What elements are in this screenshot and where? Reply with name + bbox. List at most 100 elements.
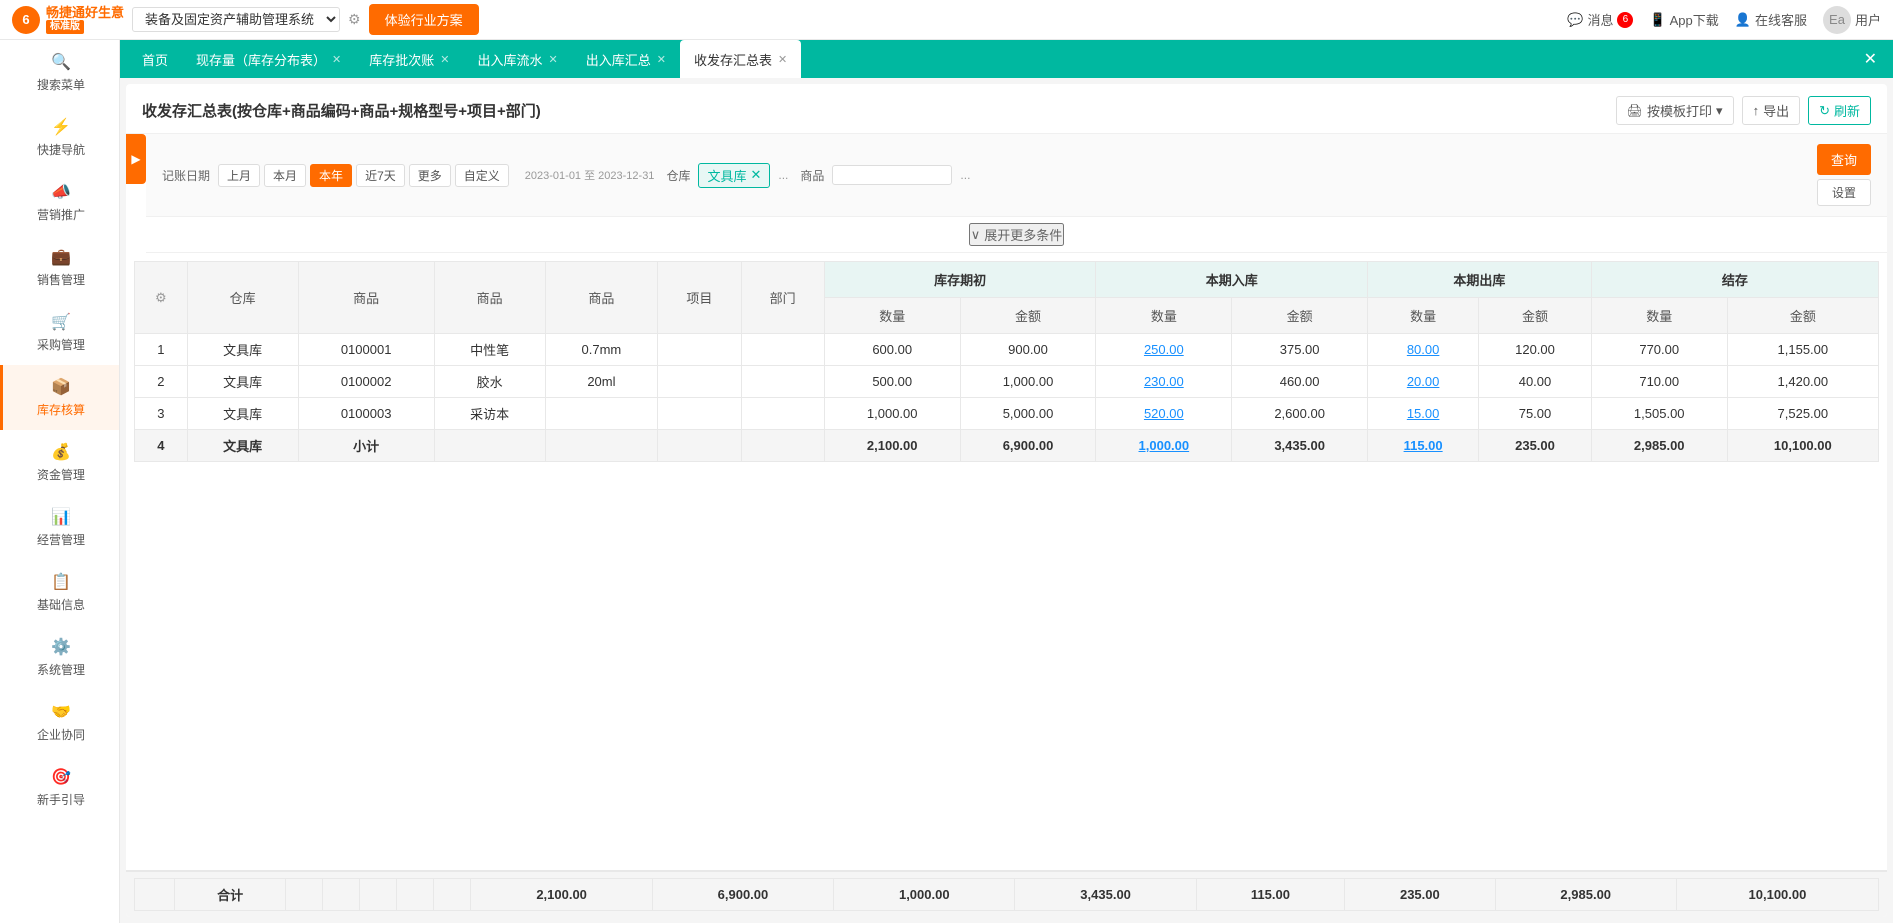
sidebar-label-purchase: 采购管理	[37, 336, 85, 353]
top-bar: 6 畅捷通好生意 标准版 装备及固定资产辅助管理系统 ⚙ 体验行业方案 💬 消息…	[0, 0, 1893, 40]
message-label: 消息	[1587, 10, 1613, 29]
date-btn-last-month[interactable]: 上月	[218, 164, 260, 187]
sidebar-item-finance[interactable]: 💰 资金管理	[0, 430, 119, 495]
total-table: 合计 2,100.00 6,900.00 1,000.00 3,435.00 1…	[134, 878, 1879, 911]
row2-opening-qty: 500.00	[824, 366, 960, 398]
logo-area: 6 畅捷通好生意 标准版	[12, 5, 124, 35]
app-tag: 标准版	[46, 20, 84, 34]
col-goods-spec-header: 商品	[545, 262, 658, 334]
row2-project	[658, 366, 741, 398]
date-btn-custom[interactable]: 自定义	[455, 164, 509, 187]
tab-stock-dist-label: 现存量（库存分布表）	[196, 50, 326, 69]
row2-in-amt: 460.00	[1232, 366, 1368, 398]
date-btn-more[interactable]: 更多	[409, 164, 451, 187]
sidebar-label-operations: 经营管理	[37, 531, 85, 548]
total-empty6	[434, 879, 471, 911]
row3-balance-amt: 7,525.00	[1727, 398, 1878, 430]
tab-in-out-flow-close[interactable]: ✕	[549, 53, 558, 66]
row3-in-amt: 2,600.00	[1232, 398, 1368, 430]
tab-stock-dist-close[interactable]: ✕	[332, 53, 341, 66]
newbie-icon: 🎯	[51, 767, 71, 787]
warehouse-tag-text: 文具库	[707, 166, 746, 185]
table-container: ⚙ 仓库 商品 商品 商品 项目 部门 库存期初 本期入库 本期出库 结存	[126, 253, 1887, 870]
expand-icon: ∨	[971, 227, 981, 243]
app-download-btn[interactable]: 📱 App下载	[1649, 10, 1718, 29]
sidebar-item-inventory[interactable]: 📦 库存核算	[0, 365, 119, 430]
tab-in-out-summary[interactable]: 出入库汇总 ✕	[572, 40, 680, 78]
tab-bar: 首页 现存量（库存分布表） ✕ 库存批次账 ✕ 出入库流水 ✕ 出入库汇总 ✕ …	[120, 40, 1893, 78]
tab-in-out-flow[interactable]: 出入库流水 ✕	[463, 40, 571, 78]
set-button[interactable]: 设置	[1817, 179, 1871, 206]
sidebar-item-enterprise[interactable]: 🤝 企业协同	[0, 690, 119, 755]
row2-balance-amt: 1,420.00	[1727, 366, 1878, 398]
sidebar-item-purchase[interactable]: 🛒 采购管理	[0, 300, 119, 365]
total-out-amt: 235.00	[1345, 879, 1495, 911]
message-btn[interactable]: 💬 消息 6	[1567, 10, 1633, 29]
total-balance-amt: 10,100.00	[1676, 879, 1878, 911]
page-content: 收发存汇总表(按仓库+商品编码+商品+规格型号+项目+部门) 🖨 按模板打印 ▾…	[126, 84, 1887, 917]
row3-opening-qty: 1,000.00	[824, 398, 960, 430]
subtotal-empty4	[741, 430, 824, 462]
sidebar-item-system[interactable]: ⚙️ 系统管理	[0, 625, 119, 690]
total-out-qty: 115.00	[1196, 879, 1344, 911]
refresh-button[interactable]: ↻ 刷新	[1808, 96, 1871, 125]
query-button[interactable]: 查询	[1817, 144, 1871, 175]
subtotal-empty2	[545, 430, 658, 462]
subtotal-opening-qty: 2,100.00	[824, 430, 960, 462]
row1-warehouse: 文具库	[187, 334, 298, 366]
export-button[interactable]: ↑ 导出	[1742, 96, 1801, 125]
tab-bar-close-btn[interactable]: ✕	[1856, 49, 1885, 69]
system-select[interactable]: 装备及固定资产辅助管理系统	[132, 7, 340, 32]
date-filter-buttons: 上月 本月 本年 近7天 更多 自定义	[218, 164, 509, 187]
user-area[interactable]: Ea 用户	[1823, 6, 1881, 34]
row2-warehouse: 文具库	[187, 366, 298, 398]
expand-filter-btn[interactable]: ∨ 展开更多条件	[969, 223, 1065, 246]
col-goods-name-header: 商品	[434, 262, 545, 334]
print-dropdown-icon: ▾	[1716, 103, 1723, 119]
sidebar-item-quick-nav[interactable]: ⚡ 快捷导航	[0, 105, 119, 170]
warehouse-tag-remove[interactable]: ✕	[750, 167, 761, 183]
tab-batch-ledger-close[interactable]: ✕	[440, 53, 449, 66]
goods-search-input[interactable]	[841, 168, 921, 182]
tab-in-out-summary-close[interactable]: ✕	[657, 53, 666, 66]
tab-stock-dist[interactable]: 现存量（库存分布表） ✕	[182, 40, 355, 78]
sidebar-item-newbie[interactable]: 🎯 新手引导	[0, 755, 119, 820]
sidebar-item-search[interactable]: 🔍 搜索菜单	[0, 40, 119, 105]
filter-wrapper: ▶ 记账日期 上月 本月 本年 近7天 更多 自定义	[126, 134, 1887, 253]
tab-receive-send-summary-label: 收发存汇总表	[694, 50, 772, 69]
col-out-amt-header: 金额	[1479, 298, 1592, 334]
tab-receive-send-summary-close[interactable]: ✕	[778, 53, 787, 66]
row2-in-qty: 230.00	[1096, 366, 1232, 398]
row1-out-amt: 120.00	[1479, 334, 1592, 366]
total-balance-qty: 2,985.00	[1495, 879, 1676, 911]
message-icon: 💬	[1567, 12, 1583, 28]
col-balance-qty-header: 数量	[1591, 298, 1727, 334]
top-bar-right: 💬 消息 6 📱 App下载 👤 在线客服 Ea 用户	[1567, 6, 1881, 34]
date-btn-this-year[interactable]: 本年	[310, 164, 352, 187]
print-button[interactable]: 🖨 按模板打印 ▾	[1616, 96, 1734, 125]
sidebar-item-sales[interactable]: 💼 销售管理	[0, 235, 119, 300]
online-service-btn[interactable]: 👤 在线客服	[1735, 10, 1807, 29]
goods-filter-input[interactable]	[832, 165, 952, 185]
app-download-label: App下载	[1670, 10, 1719, 29]
tab-batch-ledger[interactable]: 库存批次账 ✕	[355, 40, 463, 78]
warehouse-more-btn[interactable]: ...	[778, 168, 788, 182]
trial-button[interactable]: 体验行业方案	[369, 4, 479, 35]
total-empty4	[360, 879, 397, 911]
row3-opening-amt: 5,000.00	[960, 398, 1096, 430]
filter-toggle-btn[interactable]: ▶	[126, 134, 146, 184]
tab-home[interactable]: 首页	[128, 40, 182, 78]
col-project-header: 项目	[658, 262, 741, 334]
sidebar-item-basic-info[interactable]: 📋 基础信息	[0, 560, 119, 625]
settings-icon[interactable]: ⚙	[155, 290, 167, 305]
system-settings-icon[interactable]: ⚙	[348, 11, 361, 28]
sidebar-item-operations[interactable]: 📊 经营管理	[0, 495, 119, 560]
goods-more-btn[interactable]: ...	[960, 168, 970, 182]
tab-receive-send-summary[interactable]: 收发存汇总表 ✕	[680, 40, 801, 78]
date-btn-this-month[interactable]: 本月	[264, 164, 306, 187]
date-filter-label: 记账日期	[162, 167, 210, 184]
sidebar-item-marketing[interactable]: 📣 营销推广	[0, 170, 119, 235]
subtotal-out-qty: 115.00	[1368, 430, 1479, 462]
filter-content: 记账日期 上月 本月 本年 近7天 更多 自定义 2023-01-01 至 20…	[146, 134, 1887, 253]
date-btn-7days[interactable]: 近7天	[356, 164, 405, 187]
